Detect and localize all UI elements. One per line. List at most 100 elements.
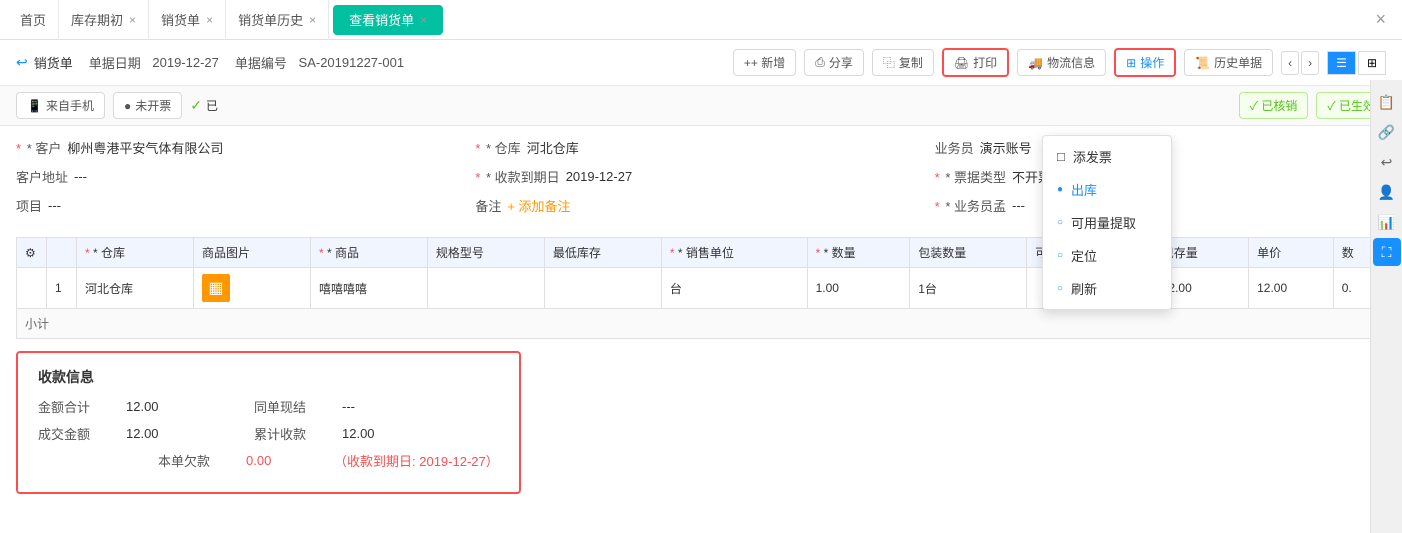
tab-view-sales-close[interactable]: × <box>420 13 427 27</box>
ticket-icon: ● <box>124 99 131 113</box>
next-button[interactable]: › <box>1301 51 1319 75</box>
right-sidebar: 📋 🔗 ↩ 👤 📊 ⛶ <box>1370 80 1402 533</box>
sidebar-icon-6[interactable]: ⛶ <box>1373 238 1401 266</box>
doc-title-text: 销货单 <box>34 53 73 72</box>
locate-icon: ○ <box>1057 250 1063 261</box>
dropdown-qty-extract[interactable]: ○ 可用量提取 <box>1043 206 1171 239</box>
share-icon: ⎙ <box>815 55 825 70</box>
doc-no-label: 单据编号 SA-20191227-001 <box>235 53 404 72</box>
due-date-note: （收款到期日: 2019-12-27） <box>334 451 499 470</box>
tab-sales-history-close[interactable]: × <box>309 13 316 27</box>
dropdown-refresh[interactable]: ○ 刷新 <box>1043 272 1171 305</box>
sidebar-icon-3[interactable]: ↩ <box>1373 148 1401 176</box>
customer-field: * * 客户 柳州粤港平安气体有限公司 <box>16 138 467 157</box>
refresh-icon: ○ <box>1057 283 1063 294</box>
prev-button[interactable]: ‹ <box>1281 51 1299 75</box>
dropdown-out-warehouse[interactable]: ● 出库 <box>1043 173 1171 206</box>
effect-icon: ✓ <box>1327 99 1335 113</box>
dropdown-add-invoice[interactable]: □ 添发票 <box>1043 140 1171 173</box>
tab-view-sales[interactable]: 查看销货单 × <box>333 5 443 35</box>
tab-bar: 首页 库存期初 × 销货单 × 销货单历史 × 查看销货单 × × <box>0 0 1402 40</box>
add-icon: + <box>744 56 751 70</box>
product-image: ▦ <box>202 274 230 302</box>
doc-no-value: SA-20191227-001 <box>299 55 405 70</box>
doc-date-label: 单据日期 2019-12-27 <box>89 53 219 72</box>
form-section: * * 客户 柳州粤港平安气体有限公司 * * 仓库 河北仓库 业务员 演示账号 <box>0 126 1402 237</box>
form-row-3: 项目 --- 备注 + 添加备注 * * 业务员孟 --- <box>16 196 1386 215</box>
amount-total-value: 12.00 <box>126 399 206 414</box>
grid-view-button[interactable]: ⊞ <box>1358 51 1386 75</box>
tab-sales-history[interactable]: 销货单历史 × <box>226 0 329 40</box>
col-min-stock: 最低库存 <box>544 238 661 268</box>
sidebar-icon-5[interactable]: 📊 <box>1373 208 1401 236</box>
print-button[interactable]: 🖨 打印 <box>942 48 1009 77</box>
tab-inventory-init-close[interactable]: × <box>129 13 136 27</box>
share-button[interactable]: ⎙ 分享 <box>804 49 864 76</box>
sales-order-icon: ↩ <box>16 54 28 71</box>
logistics-button[interactable]: 🚚 物流信息 <box>1017 49 1106 76</box>
payment-title: 收款信息 <box>38 367 499 387</box>
payment-card: 收款信息 金额合计 12.00 同单现结 --- 成交金额 12.00 累计收款… <box>16 351 521 494</box>
tab-inventory-init[interactable]: 库存期初 × <box>59 0 149 40</box>
sidebar-icon-4[interactable]: 👤 <box>1373 178 1401 206</box>
deal-amount-label: 成交金额 <box>38 424 118 443</box>
cumulative-payment-value: 12.00 <box>342 426 422 441</box>
copy-icon: ⿻ <box>883 54 895 71</box>
bottom-section: 收款信息 金额合计 12.00 同单现结 --- 成交金额 12.00 累计收款… <box>0 339 1402 506</box>
logistics-icon: 🚚 <box>1028 56 1043 70</box>
operations-button[interactable]: ⊞ 操作 <box>1114 48 1176 77</box>
print-icon: 🖨 <box>954 56 969 70</box>
from-mobile-button[interactable]: 📱 来自手机 <box>16 92 105 119</box>
row-warehouse: 河北仓库 <box>77 268 194 309</box>
row-no: 1 <box>47 268 77 309</box>
row-spec <box>427 268 544 309</box>
col-gear: ⚙ <box>17 238 47 268</box>
due-date-value: 2019-12-27 <box>566 169 633 184</box>
address-value: --- <box>74 169 87 184</box>
subtotal-cell: 小计 <box>17 309 1386 339</box>
doc-meta: 单据日期 2019-12-27 单据编号 SA-20191227-001 <box>89 53 404 72</box>
col-product: * * 商品 <box>310 238 427 268</box>
warehouse-value: 河北仓库 <box>527 138 579 157</box>
row-product: 嘻嘻嘻嘻 <box>310 268 427 309</box>
row-img: ▦ <box>193 268 310 309</box>
cancel-icon: ✓ <box>1250 99 1258 113</box>
col-unit: * * 销售单位 <box>661 238 807 268</box>
mobile-icon: 📱 <box>27 99 42 113</box>
due-date-field: * * 收款到期日 2019-12-27 <box>475 167 926 186</box>
row-pack-qty: 1台 <box>910 268 1027 309</box>
add-button[interactable]: + + 新增 <box>733 49 796 76</box>
cancel-status-button[interactable]: ✓ 已核销 <box>1239 92 1309 119</box>
dropdown-locate[interactable]: ○ 定位 <box>1043 239 1171 272</box>
tab-bar-close-button[interactable]: × <box>1367 9 1394 30</box>
doc-header: ↩ 销货单 单据日期 2019-12-27 单据编号 SA-20191227-0… <box>0 40 1402 86</box>
col-no <box>47 238 77 268</box>
not-open-ticket-button[interactable]: ● 未开票 <box>113 92 182 119</box>
project-value: --- <box>48 198 61 213</box>
form-row-1: * * 客户 柳州粤港平安气体有限公司 * * 仓库 河北仓库 业务员 演示账号 <box>16 138 1386 157</box>
add-note-button[interactable]: + 添加备注 <box>507 196 570 215</box>
payment-row-3: 本单欠款 0.00 （收款到期日: 2019-12-27） <box>38 451 499 470</box>
tab-sales-order-close[interactable]: × <box>206 13 213 27</box>
staff-value: 演示账号 <box>980 138 1032 157</box>
row-price: 12.00 <box>1249 268 1334 309</box>
same-settle-label: 同单现结 <box>254 397 334 416</box>
history-icon: 📜 <box>1195 56 1210 70</box>
copy-button[interactable]: ⿻ 复制 <box>872 49 934 76</box>
current-due-value: 0.00 <box>246 453 326 468</box>
row-min-stock <box>544 268 661 309</box>
customer-value: 柳州粤港平安气体有限公司 <box>67 138 223 157</box>
tab-sales-order[interactable]: 销货单 × <box>149 0 226 40</box>
sidebar-icon-2[interactable]: 🔗 <box>1373 118 1401 146</box>
sub-toolbar: 📱 来自手机 ● 未开票 ✓ 已 ✓ 已核销 ✓ 已生效 <box>0 86 1402 126</box>
history-button[interactable]: 📜 历史单据 <box>1184 49 1273 76</box>
dropdown-menu: □ 添发票 ● 出库 ○ 可用量提取 ○ 定位 ○ 刷新 <box>1042 135 1172 310</box>
row-gear <box>17 268 47 309</box>
project-field: 项目 --- <box>16 196 467 215</box>
list-view-button[interactable]: ☰ <box>1327 51 1356 75</box>
tab-home[interactable]: 首页 <box>8 0 59 40</box>
check-indicator: ✓ 已 <box>190 97 218 114</box>
out-warehouse-icon: ● <box>1057 184 1063 195</box>
nav-arrows: ‹ › <box>1281 51 1319 75</box>
sidebar-icon-1[interactable]: 📋 <box>1373 88 1401 116</box>
